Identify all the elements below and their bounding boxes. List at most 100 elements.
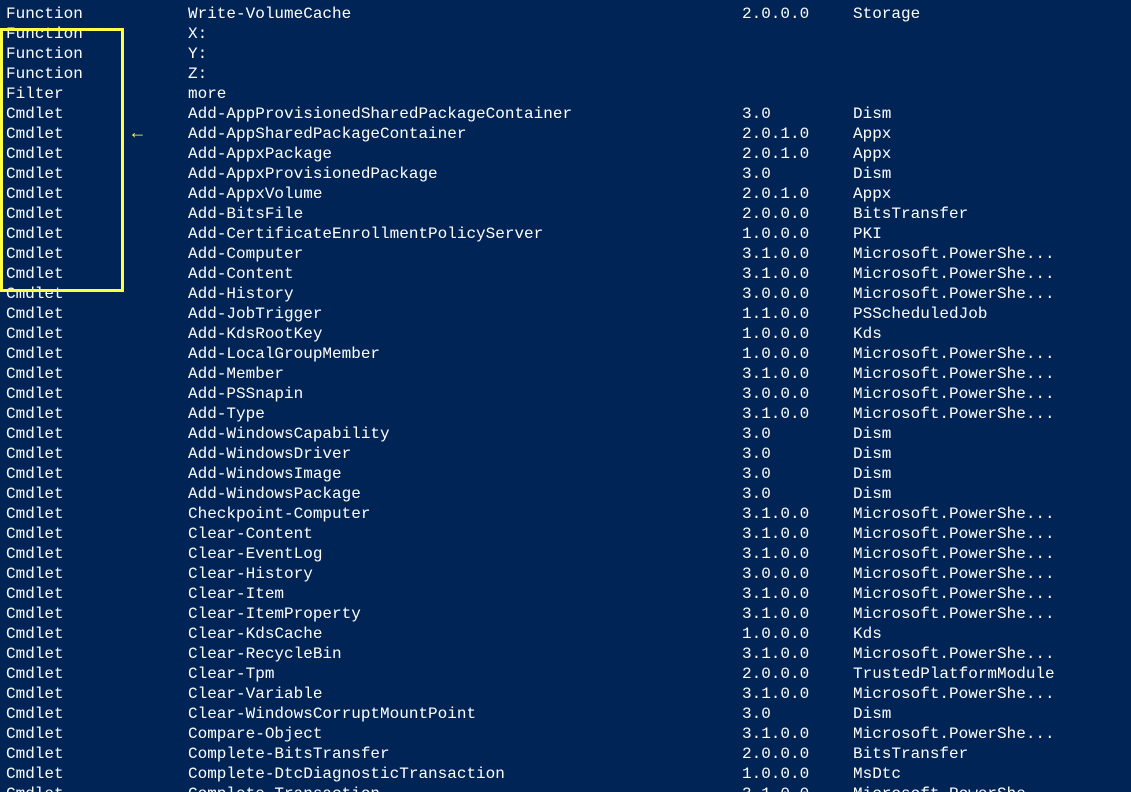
command-version: 3.1.0.0 bbox=[742, 724, 853, 744]
command-type: Cmdlet bbox=[6, 284, 188, 304]
command-type: Function bbox=[6, 24, 188, 44]
command-row: CmdletAdd-WindowsDriver3.0Dism bbox=[6, 444, 1125, 464]
command-row: CmdletAdd-JobTrigger1.1.0.0PSScheduledJo… bbox=[6, 304, 1125, 324]
powershell-console[interactable]: FunctionWrite-VolumeCache2.0.0.0StorageF… bbox=[0, 0, 1131, 792]
command-row: CmdletAdd-LocalGroupMember1.0.0.0Microso… bbox=[6, 344, 1125, 364]
command-row: CmdletAdd-WindowsPackage3.0Dism bbox=[6, 484, 1125, 504]
command-row: CmdletClear-EventLog3.1.0.0Microsoft.Pow… bbox=[6, 544, 1125, 564]
command-name: Compare-Object bbox=[188, 724, 742, 744]
command-version: 3.0 bbox=[742, 484, 853, 504]
command-source: MsDtc bbox=[853, 764, 1125, 784]
command-row: CmdletAdd-AppxVolume2.0.1.0Appx bbox=[6, 184, 1125, 204]
command-type: Cmdlet bbox=[6, 604, 188, 624]
command-source: Dism bbox=[853, 444, 1125, 464]
command-source: Dism bbox=[853, 484, 1125, 504]
command-version: 3.1.0.0 bbox=[742, 364, 853, 384]
command-name: Add-Type bbox=[188, 404, 742, 424]
command-name: Clear-EventLog bbox=[188, 544, 742, 564]
command-name: Add-BitsFile bbox=[188, 204, 742, 224]
command-version: 3.0.0.0 bbox=[742, 384, 853, 404]
command-row: CmdletAdd-PSSnapin3.0.0.0Microsoft.Power… bbox=[6, 384, 1125, 404]
command-source: Microsoft.PowerShe... bbox=[853, 244, 1125, 264]
command-version: 1.0.0.0 bbox=[742, 764, 853, 784]
command-name: Clear-Tpm bbox=[188, 664, 742, 684]
command-source: Microsoft.PowerShe... bbox=[853, 404, 1125, 424]
command-row: CmdletClear-Item3.1.0.0Microsoft.PowerSh… bbox=[6, 584, 1125, 604]
command-name: Complete-Transaction bbox=[188, 784, 742, 792]
command-source: Storage bbox=[853, 4, 1125, 24]
command-type: Cmdlet bbox=[6, 644, 188, 664]
command-row: CmdletAdd-AppSharedPackageContainer2.0.1… bbox=[6, 124, 1125, 144]
command-name: Add-WindowsPackage bbox=[188, 484, 742, 504]
command-type: Cmdlet bbox=[6, 544, 188, 564]
command-version: 3.1.0.0 bbox=[742, 544, 853, 564]
command-source: Dism bbox=[853, 424, 1125, 444]
command-row: FunctionY: bbox=[6, 44, 1125, 64]
command-row: CmdletClear-ItemProperty3.1.0.0Microsoft… bbox=[6, 604, 1125, 624]
command-version: 1.0.0.0 bbox=[742, 624, 853, 644]
command-version: 2.0.0.0 bbox=[742, 664, 853, 684]
command-version: 3.0 bbox=[742, 164, 853, 184]
command-row: CmdletAdd-Computer3.1.0.0Microsoft.Power… bbox=[6, 244, 1125, 264]
command-source: BitsTransfer bbox=[853, 204, 1125, 224]
command-version: 3.1.0.0 bbox=[742, 604, 853, 624]
command-type: Cmdlet bbox=[6, 444, 188, 464]
command-name: Add-WindowsCapability bbox=[188, 424, 742, 444]
command-name: Add-AppxVolume bbox=[188, 184, 742, 204]
command-name: Add-WindowsImage bbox=[188, 464, 742, 484]
command-row: CmdletAdd-Content3.1.0.0Microsoft.PowerS… bbox=[6, 264, 1125, 284]
command-row: CmdletComplete-DtcDiagnosticTransaction1… bbox=[6, 764, 1125, 784]
command-type: Cmdlet bbox=[6, 324, 188, 344]
command-row: CmdletClear-Content3.1.0.0Microsoft.Powe… bbox=[6, 524, 1125, 544]
command-source: Kds bbox=[853, 624, 1125, 644]
command-source: PSScheduledJob bbox=[853, 304, 1125, 324]
command-row: CmdletClear-Tpm2.0.0.0TrustedPlatformMod… bbox=[6, 664, 1125, 684]
command-type: Cmdlet bbox=[6, 404, 188, 424]
command-version: 2.0.0.0 bbox=[742, 204, 853, 224]
command-name: Clear-History bbox=[188, 564, 742, 584]
command-type: Cmdlet bbox=[6, 764, 188, 784]
command-version: 2.0.1.0 bbox=[742, 184, 853, 204]
command-version: 3.1.0.0 bbox=[742, 504, 853, 524]
command-name: Clear-Content bbox=[188, 524, 742, 544]
command-version: 3.1.0.0 bbox=[742, 404, 853, 424]
command-row: CmdletAdd-Type3.1.0.0Microsoft.PowerShe.… bbox=[6, 404, 1125, 424]
command-name: Clear-Item bbox=[188, 584, 742, 604]
command-version: 3.0 bbox=[742, 444, 853, 464]
command-source: Microsoft.PowerShe... bbox=[853, 644, 1125, 664]
command-name: Add-Member bbox=[188, 364, 742, 384]
command-type: Cmdlet bbox=[6, 784, 188, 792]
command-type: Cmdlet bbox=[6, 464, 188, 484]
command-source: Appx bbox=[853, 184, 1125, 204]
command-type: Cmdlet bbox=[6, 564, 188, 584]
command-name: Add-WindowsDriver bbox=[188, 444, 742, 464]
command-name: Clear-ItemProperty bbox=[188, 604, 742, 624]
command-type: Filter bbox=[6, 84, 188, 104]
command-source: Dism bbox=[853, 704, 1125, 724]
command-source: Dism bbox=[853, 104, 1125, 124]
command-type: Cmdlet bbox=[6, 124, 188, 144]
command-row: CmdletAdd-CertificateEnrollmentPolicySer… bbox=[6, 224, 1125, 244]
command-name: Add-AppProvisionedSharedPackageContainer bbox=[188, 104, 742, 124]
command-name: Add-Computer bbox=[188, 244, 742, 264]
command-name: Z: bbox=[188, 64, 742, 84]
command-row: CmdletComplete-BitsTransfer2.0.0.0BitsTr… bbox=[6, 744, 1125, 764]
command-type: Cmdlet bbox=[6, 224, 188, 244]
command-name: Complete-BitsTransfer bbox=[188, 744, 742, 764]
command-name: Complete-DtcDiagnosticTransaction bbox=[188, 764, 742, 784]
command-name: Clear-KdsCache bbox=[188, 624, 742, 644]
command-type: Cmdlet bbox=[6, 144, 188, 164]
command-version: 3.1.0.0 bbox=[742, 244, 853, 264]
command-row: CmdletAdd-KdsRootKey1.0.0.0Kds bbox=[6, 324, 1125, 344]
command-name: Add-Content bbox=[188, 264, 742, 284]
command-type: Cmdlet bbox=[6, 164, 188, 184]
command-row: CmdletAdd-WindowsImage3.0Dism bbox=[6, 464, 1125, 484]
command-source: Microsoft.PowerShe... bbox=[853, 264, 1125, 284]
command-source: Microsoft.PowerShe... bbox=[853, 544, 1125, 564]
command-name: Add-PSSnapin bbox=[188, 384, 742, 404]
command-source: Microsoft.PowerShe... bbox=[853, 684, 1125, 704]
command-source: Microsoft.PowerShe... bbox=[853, 604, 1125, 624]
command-type: Cmdlet bbox=[6, 684, 188, 704]
command-name: more bbox=[188, 84, 742, 104]
command-row: FunctionX: bbox=[6, 24, 1125, 44]
